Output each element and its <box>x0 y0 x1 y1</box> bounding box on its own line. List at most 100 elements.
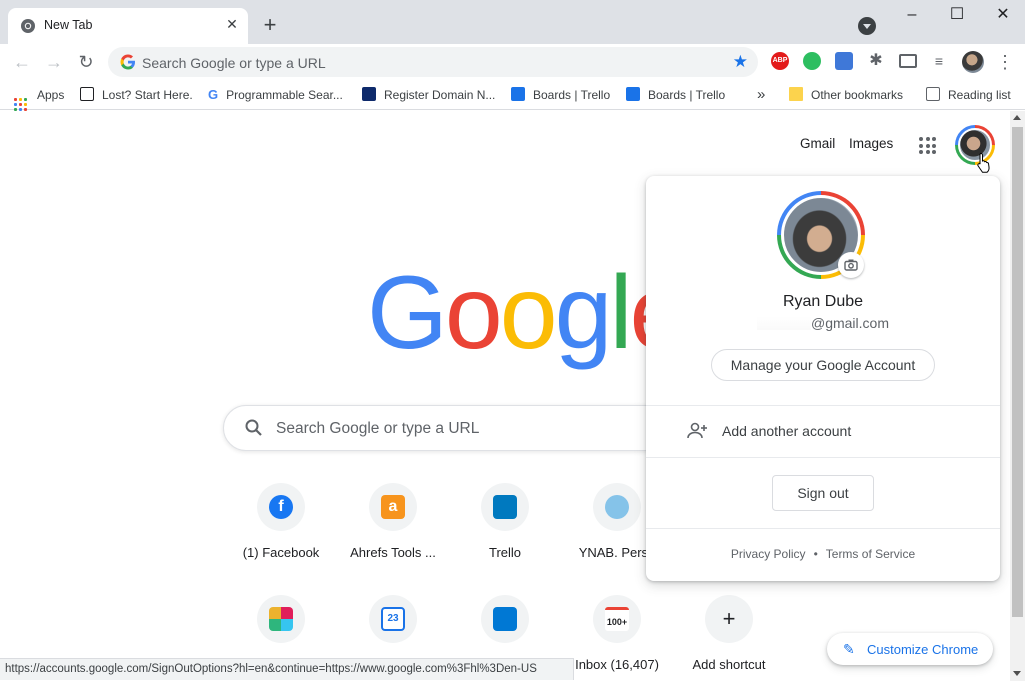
back-button[interactable]: ← <box>10 50 34 74</box>
customize-chrome-button[interactable]: ✎ Customize Chrome <box>827 633 993 665</box>
bookmark-boards-trello-2[interactable]: Boards | Trello <box>626 86 725 104</box>
shortcut-icon-bg: + <box>705 595 753 643</box>
search-placeholder: Search Google or type a URL <box>276 420 480 437</box>
shortcut-ahrefs[interactable]: a Ahrefs Tools ... <box>337 483 449 583</box>
reading-list-button[interactable]: Reading list <box>926 86 1011 104</box>
gmail-icon: 100+ <box>605 607 629 631</box>
footer-separator: • <box>813 547 818 561</box>
google-apps-icon[interactable] <box>919 137 936 154</box>
evernote-icon[interactable] <box>803 52 821 70</box>
media-controls-icon[interactable]: ≡ <box>930 52 948 70</box>
shortcut-facebook[interactable]: f (1) Facebook <box>225 483 337 583</box>
bookmark-label: Boards | Trello <box>533 88 611 102</box>
shortcut-label: (1) Facebook <box>242 545 320 560</box>
account-email: @gmail.com <box>646 315 1000 331</box>
title-bar: New Tab ✕ + – ☐ ✕ <box>0 0 1025 44</box>
ahrefs-icon: a <box>381 495 405 519</box>
bookmarks-overflow-icon[interactable]: » <box>757 86 765 104</box>
bookmark-programmable-search[interactable]: G Programmable Sear... <box>208 86 343 104</box>
bookmark-other-bookmarks[interactable]: Other bookmarks <box>789 86 903 104</box>
privacy-policy-link[interactable]: Privacy Policy <box>731 547 806 561</box>
new-tab-button[interactable]: + <box>258 14 282 38</box>
reload-button[interactable]: ↻ <box>74 50 98 74</box>
bookmarks-bar: Apps Lost? Start Here. G Programmable Sea… <box>0 80 1025 111</box>
outlook-icon <box>493 607 517 631</box>
bookmark-label: Other bookmarks <box>811 88 904 102</box>
google-logo: Google <box>367 261 687 365</box>
account-email-domain: @gmail.com <box>810 315 889 331</box>
chrome-menu-icon[interactable]: ⋮ <box>996 50 1014 74</box>
facebook-icon: f <box>269 495 293 519</box>
google-calendar-icon: 23 <box>381 607 405 631</box>
images-link[interactable]: Images <box>849 136 893 151</box>
bookmark-apps[interactable]: Apps <box>14 86 65 111</box>
logo-letter: o <box>444 255 503 371</box>
address-bar[interactable]: Search Google or type a URL ★ <box>108 47 758 77</box>
profile-avatar-toolbar[interactable] <box>962 51 984 73</box>
bookmark-star-icon[interactable]: ★ <box>733 52 748 72</box>
shortcut-icon-bg <box>481 483 529 531</box>
shortcut-label: Trello <box>488 545 522 560</box>
minimize-button[interactable]: – <box>901 4 923 26</box>
divider <box>646 528 1000 529</box>
shortcut-icon-bg <box>257 595 305 643</box>
shortcut-gmail-inbox[interactable]: 100+ Inbox (16,407) <box>561 595 673 681</box>
account-popup: Ryan Dube @gmail.com Manage your Google … <box>646 176 1000 581</box>
shortcut-icon-bg: 23 <box>369 595 417 643</box>
bookmark-label: Register Domain N... <box>384 88 496 102</box>
adblock-plus-icon[interactable]: ABP <box>771 52 789 70</box>
shortcut-label: Add shortcut <box>692 657 766 672</box>
shortcut-trello[interactable]: Trello <box>449 483 561 583</box>
toolbar: ← → ↻ Search Google or type a URL ★ ABP … <box>0 44 1025 80</box>
manage-account-button[interactable]: Manage your Google Account <box>711 349 935 381</box>
register-domain-icon <box>362 87 376 101</box>
logo-letter: l <box>609 255 632 371</box>
google-icon: G <box>208 87 219 102</box>
bookmark-label: Apps <box>37 88 65 102</box>
scroll-down-arrow-icon[interactable] <box>1013 671 1021 676</box>
reading-list-icon <box>926 87 940 101</box>
extension-blue-icon[interactable] <box>835 52 853 70</box>
shortcut-icon-bg: f <box>257 483 305 531</box>
apps-grid-icon <box>14 98 27 111</box>
tab-title: New Tab <box>44 18 93 32</box>
hand-cursor-icon <box>977 152 990 173</box>
shortcut-icon-bg <box>593 483 641 531</box>
tab-new-tab[interactable]: New Tab ✕ <box>8 8 248 44</box>
puzzle-extensions-icon[interactable]: ✱ <box>867 52 885 70</box>
trello-icon <box>511 87 525 101</box>
trello-icon <box>626 87 640 101</box>
page-scrollbar[interactable] <box>1010 111 1025 681</box>
tab-close-icon[interactable]: ✕ <box>224 16 240 32</box>
add-shortcut-button[interactable]: + Add shortcut <box>673 595 785 681</box>
notion-icon <box>80 87 94 101</box>
logo-letter: o <box>499 255 558 371</box>
pencil-icon: ✎ <box>843 641 855 657</box>
tab-search-icon[interactable] <box>858 17 876 35</box>
gmail-link[interactable]: Gmail <box>800 136 835 151</box>
bookmark-label: Lost? Start Here. <box>102 88 193 102</box>
terms-of-service-link[interactable]: Terms of Service <box>826 547 915 561</box>
change-photo-camera-icon[interactable] <box>838 252 864 278</box>
bookmark-register-domain[interactable]: Register Domain N... <box>362 86 495 104</box>
maximize-button[interactable]: ☐ <box>946 4 968 26</box>
google-g-icon <box>120 54 135 70</box>
add-another-account-button[interactable]: Add another account <box>646 406 1000 457</box>
shortcut-label: Ahrefs Tools ... <box>350 545 436 560</box>
close-window-button[interactable]: ✕ <box>992 4 1014 26</box>
scroll-thumb[interactable] <box>1012 127 1023 617</box>
folder-icon <box>789 87 803 101</box>
bookmark-lost-start-here[interactable]: Lost? Start Here. <box>80 86 193 104</box>
cast-icon[interactable] <box>899 54 917 68</box>
forward-button[interactable]: → <box>42 50 66 74</box>
trello-icon <box>493 495 517 519</box>
sign-out-button[interactable]: Sign out <box>772 475 874 511</box>
add-shortcut-icon: + <box>722 606 736 631</box>
status-bar-url: https://accounts.google.com/SignOutOptio… <box>0 658 574 680</box>
shortcut-icon-bg: a <box>369 483 417 531</box>
scroll-up-arrow-icon[interactable] <box>1013 115 1021 120</box>
bookmark-boards-trello-1[interactable]: Boards | Trello <box>511 86 610 104</box>
browser-window: New Tab ✕ + – ☐ ✕ ← → ↻ Search Google or… <box>0 0 1025 681</box>
popup-footer: Privacy Policy • Terms of Service <box>646 547 1000 561</box>
address-bar-placeholder: Search Google or type a URL <box>142 55 326 71</box>
